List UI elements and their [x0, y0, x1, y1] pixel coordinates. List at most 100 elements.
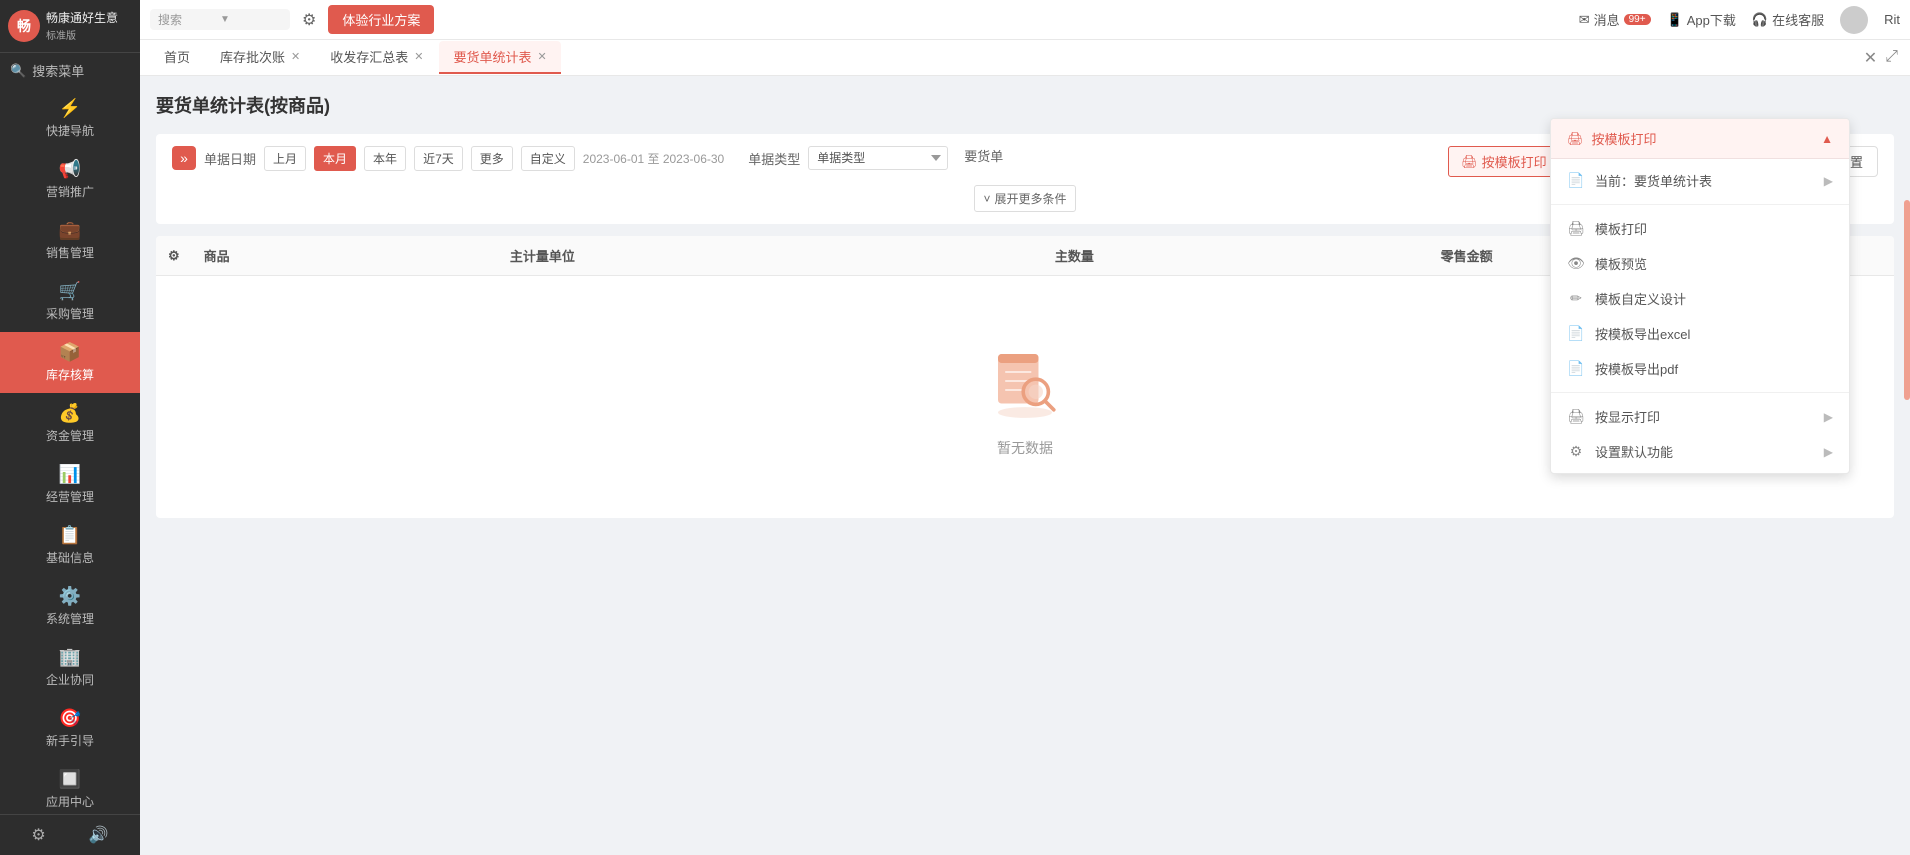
sidebar-item-finance[interactable]: 💰 资金管理: [0, 393, 140, 454]
tab-receipt-summary[interactable]: 收发存汇总表 ✕: [316, 41, 437, 74]
template-print-icon: 🖨: [1567, 220, 1585, 237]
dropdown-template-design[interactable]: ✏ 模板自定义设计: [1551, 281, 1849, 316]
date-btn-more[interactable]: 更多: [471, 146, 513, 171]
sidebar-search[interactable]: 🔍 搜索菜单: [0, 53, 140, 88]
col-settings[interactable]: ⚙: [156, 236, 192, 276]
filter-category-section: 要货单: [964, 146, 1003, 165]
date-range-text: 2023-06-01 至 2023-06-30: [583, 150, 724, 167]
order-type-select[interactable]: 单据类型: [808, 146, 948, 170]
export-pdf-icon: 📄: [1567, 360, 1585, 377]
date-btn-this-month[interactable]: 本月: [314, 146, 356, 171]
col-product: 商品: [192, 236, 498, 276]
expand-icon: ˅: [983, 192, 990, 206]
date-label: 单据日期: [204, 149, 256, 168]
filter-type-section: 单据类型 单据类型: [748, 146, 948, 170]
enterprise-icon: 🏢: [59, 647, 81, 668]
topbar-right: ✉ 消息 99+ 📱 App下载 🎧 在线客服 Rit: [1579, 6, 1900, 34]
content-area: 要货单统计表(按商品) » 单据日期 上月 本月 本年 近7天 更多 自定义 2…: [140, 76, 1910, 855]
dropdown-display-print[interactable]: 🖨 按显示打印 ▶: [1551, 399, 1849, 434]
logo-text: 畅康通好生意 标准版: [46, 10, 118, 42]
online-service-btn[interactable]: 🎧 在线客服: [1752, 10, 1824, 29]
sidebar-item-quick-nav[interactable]: ⚡ 快捷导航: [0, 88, 140, 149]
col-unit: 主计量单位: [498, 236, 1043, 276]
sidebar-item-enterprise[interactable]: 🏢 企业协同: [0, 637, 140, 698]
username-label[interactable]: Rit: [1884, 12, 1900, 27]
finance-icon: 💰: [59, 403, 81, 424]
tab-close-order-stats[interactable]: ✕: [538, 50, 547, 63]
search-dropdown-icon: ▼: [220, 14, 282, 25]
sidebar-settings-btn[interactable]: ⚙: [31, 825, 45, 845]
sidebar-item-basic[interactable]: 📋 基础信息: [0, 515, 140, 576]
date-btn-last-month[interactable]: 上月: [264, 146, 306, 171]
sidebar-item-purchase[interactable]: 🛒 采购管理: [0, 271, 140, 332]
search-icon: 🔍: [10, 63, 26, 79]
tab-expand-btn[interactable]: ⤢: [1883, 46, 1900, 70]
dropdown-section-main: 🖨 模板打印 👁 模板预览 ✏ 模板自定义设计 📄 按模板导出excel 📄: [1551, 207, 1849, 390]
sidebar-item-system[interactable]: ⚙️ 系统管理: [0, 576, 140, 637]
default-function-icon: ⚙: [1567, 443, 1585, 460]
dropdown-section-display: 🖨 按显示打印 ▶ ⚙ 设置默认功能 ▶: [1551, 395, 1849, 473]
app-download-btn[interactable]: 📱 App下载: [1667, 10, 1736, 29]
page-title: 要货单统计表(按商品): [156, 92, 1894, 118]
tab-inventory-batch[interactable]: 库存批次账 ✕: [206, 41, 314, 74]
sidebar-item-newbie[interactable]: 🎯 新手引导: [0, 698, 140, 759]
dropdown-collapse-btn[interactable]: ▲: [1821, 132, 1833, 146]
tab-close-receipt-summary[interactable]: ✕: [414, 50, 423, 63]
main-area: 搜索 ▼ ⚙ 体验行业方案 ✉ 消息 99+ 📱 App下载 🎧 在线客服 Ri…: [140, 0, 1910, 855]
display-print-icon: 🖨: [1567, 408, 1585, 425]
filter-expand-btn[interactable]: »: [172, 146, 196, 170]
template-icon: 📄: [1567, 172, 1585, 189]
app-center-icon: 🔲: [59, 769, 81, 790]
basic-icon: 📋: [59, 525, 81, 546]
dropdown-template-preview[interactable]: 👁 模板预览: [1551, 246, 1849, 281]
display-print-arrow: ▶: [1824, 410, 1833, 424]
sidebar-item-app-center[interactable]: 🔲 应用中心: [0, 759, 140, 814]
expand-more-btn[interactable]: ˅ 展开更多条件: [974, 185, 1075, 212]
sidebar-sound-btn[interactable]: 🔊: [89, 825, 109, 845]
tab-close-inventory-batch[interactable]: ✕: [291, 50, 300, 63]
industry-btn[interactable]: 体验行业方案: [328, 5, 434, 34]
date-btn-custom[interactable]: 自定义: [521, 146, 575, 171]
message-btn[interactable]: ✉ 消息 99+: [1579, 10, 1651, 29]
sidebar-item-marketing[interactable]: 📢 营销推广: [0, 149, 140, 210]
tab-order-stats[interactable]: 要货单统计表 ✕: [439, 41, 560, 74]
dropdown-template-export-pdf[interactable]: 📄 按模板导出pdf: [1551, 351, 1849, 386]
export-excel-icon: 📄: [1567, 325, 1585, 342]
sidebar-item-inventory[interactable]: 📦 库存核算: [0, 332, 140, 393]
filter-date-section: 单据日期 上月 本月 本年 近7天 更多 自定义 2023-06-01 至 20…: [204, 146, 724, 171]
default-function-arrow: ▶: [1824, 445, 1833, 459]
topbar-gear-icon[interactable]: ⚙: [302, 10, 316, 30]
dropdown-template-export-excel[interactable]: 📄 按模板导出excel: [1551, 316, 1849, 351]
newbie-icon: 🎯: [59, 708, 81, 729]
sidebar-item-operations[interactable]: 📊 经营管理: [0, 454, 140, 515]
dropdown-section-current: 📄 当前：要货单统计表 ▶: [1551, 159, 1849, 202]
dropdown-current-template[interactable]: 📄 当前：要货单统计表 ▶: [1551, 163, 1849, 198]
service-icon: 🎧: [1752, 12, 1768, 28]
order-type-label: 单据类型: [748, 149, 800, 168]
sales-icon: 💼: [59, 220, 81, 241]
dropdown-default-function[interactable]: ⚙ 设置默认功能 ▶: [1551, 434, 1849, 469]
message-badge: 99+: [1624, 14, 1651, 25]
purchase-icon: 🛒: [59, 281, 81, 302]
filter-date-row: 单据日期 上月 本月 本年 近7天 更多 自定义 2023-06-01 至 20…: [204, 146, 724, 171]
dropdown-template-print[interactable]: 🖨 模板打印: [1551, 211, 1849, 246]
template-design-icon: ✏: [1567, 290, 1585, 307]
tab-home[interactable]: 首页: [150, 41, 204, 74]
date-btn-this-year[interactable]: 本年: [364, 146, 406, 171]
tab-close-all-btn[interactable]: ✕: [1862, 46, 1879, 70]
print-icon: 🖨: [1461, 154, 1478, 170]
print-header-icon: 🖨: [1567, 131, 1584, 147]
marketing-icon: 📢: [59, 159, 81, 180]
system-icon: ⚙️: [59, 586, 81, 607]
user-avatar[interactable]: [1840, 6, 1868, 34]
right-scrollbar[interactable]: [1904, 200, 1910, 400]
topbar-search[interactable]: 搜索 ▼: [150, 9, 290, 30]
sidebar-item-sales[interactable]: 💼 销售管理: [0, 210, 140, 271]
dropdown-divider-1: [1551, 204, 1849, 205]
sidebar-nav: ⚡ 快捷导航 📢 营销推广 💼 销售管理 🛒 采购管理 📦 库存核算 💰 资金管…: [0, 88, 140, 814]
dropdown-divider-2: [1551, 392, 1849, 393]
print-dropdown-menu: 🖨 按模板打印 ▲ 📄 当前：要货单统计表 ▶ 🖨 模板打: [1550, 118, 1850, 474]
dropdown-header: 🖨 按模板打印 ▲: [1551, 119, 1849, 159]
message-icon: ✉: [1579, 12, 1590, 28]
date-btn-7days[interactable]: 近7天: [414, 146, 463, 171]
